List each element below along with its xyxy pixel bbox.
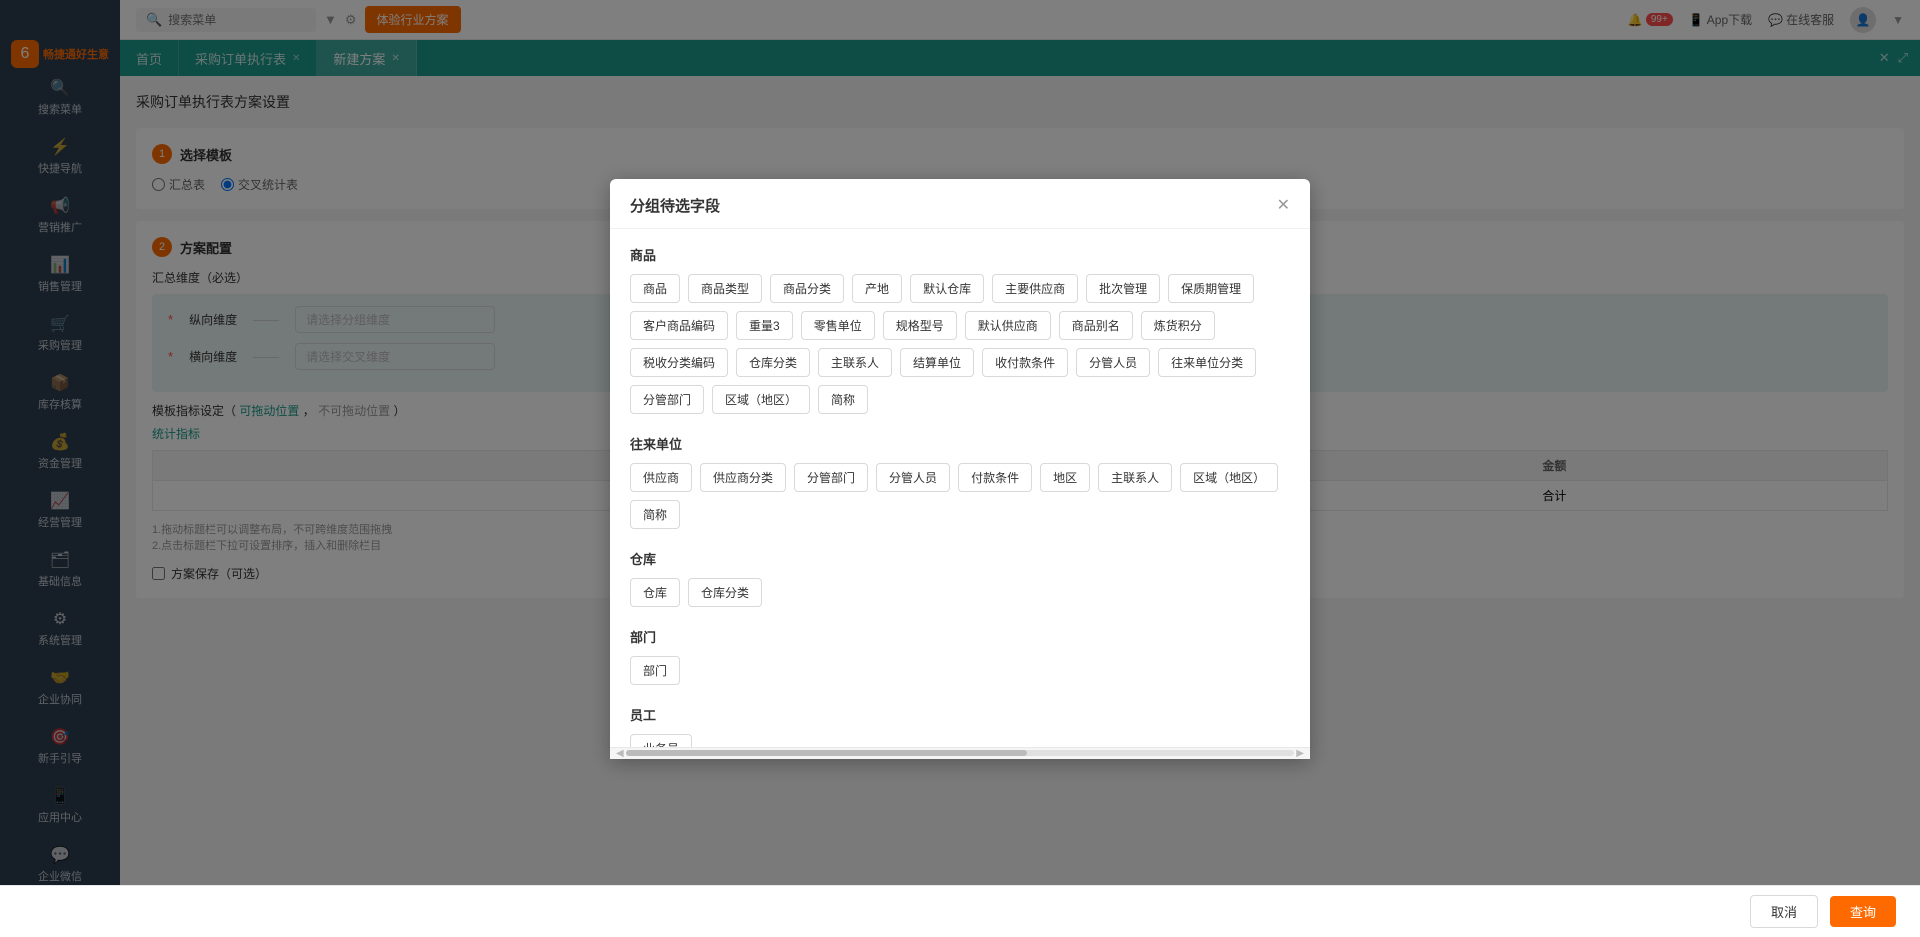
field-tag-1-7[interactable]: 区域（地区） (1180, 463, 1278, 492)
field-tag-3-0[interactable]: 部门 (630, 656, 680, 685)
field-tags-2: 仓库仓库分类 (630, 578, 1290, 607)
section-title-1: 往来单位 (630, 434, 1290, 453)
field-tag-1-1[interactable]: 供应商分类 (700, 463, 786, 492)
field-tag-1-0[interactable]: 供应商 (630, 463, 692, 492)
modal-scrollbar[interactable]: ◀ ▶ (610, 747, 1310, 759)
field-tag-0-24[interactable]: 简称 (818, 385, 868, 414)
cancel-button[interactable]: 取消 (1750, 895, 1818, 928)
modal-body[interactable]: 商品商品商品类型商品分类产地默认仓库主要供应商批次管理保质期管理客户商品编码重量… (610, 229, 1310, 747)
field-tag-0-13[interactable]: 商品别名 (1059, 311, 1133, 340)
field-tag-0-17[interactable]: 主联系人 (818, 348, 892, 377)
field-tag-0-10[interactable]: 零售单位 (801, 311, 875, 340)
scrollbar-track (626, 750, 1295, 756)
field-tag-0-18[interactable]: 结算单位 (900, 348, 974, 377)
modal-close-icon[interactable]: ✕ (1277, 195, 1290, 215)
scroll-left-arrow[interactable]: ◀ (614, 748, 626, 759)
scrollbar-thumb (626, 750, 1027, 756)
field-tag-0-1[interactable]: 商品类型 (688, 274, 762, 303)
field-tag-0-5[interactable]: 主要供应商 (992, 274, 1078, 303)
field-tag-0-2[interactable]: 商品分类 (770, 274, 844, 303)
field-tag-0-23[interactable]: 区域（地区） (712, 385, 810, 414)
field-tag-1-6[interactable]: 主联系人 (1098, 463, 1172, 492)
field-tag-0-22[interactable]: 分管部门 (630, 385, 704, 414)
field-tag-0-9[interactable]: 重量3 (736, 311, 793, 340)
field-tag-4-0[interactable]: 业务员 (630, 734, 692, 747)
field-tag-0-14[interactable]: 炼货积分 (1141, 311, 1215, 340)
field-tag-0-19[interactable]: 收付款条件 (982, 348, 1068, 377)
section-title-0: 商品 (630, 245, 1290, 264)
field-tag-2-1[interactable]: 仓库分类 (688, 578, 762, 607)
scroll-right-arrow[interactable]: ▶ (1294, 748, 1306, 759)
modal-section-2: 仓库仓库仓库分类 (630, 549, 1290, 607)
field-tag-1-5[interactable]: 地区 (1040, 463, 1090, 492)
field-tag-0-16[interactable]: 仓库分类 (736, 348, 810, 377)
field-tag-0-4[interactable]: 默认仓库 (910, 274, 984, 303)
field-tag-0-8[interactable]: 客户商品编码 (630, 311, 728, 340)
field-tag-0-21[interactable]: 往来单位分类 (1158, 348, 1256, 377)
field-tags-4: 业务员 (630, 734, 1290, 747)
field-tag-0-7[interactable]: 保质期管理 (1168, 274, 1254, 303)
field-tag-0-12[interactable]: 默认供应商 (965, 311, 1051, 340)
modal: 分组待选字段 ✕ 商品商品商品类型商品分类产地默认仓库主要供应商批次管理保质期管… (610, 179, 1310, 759)
modal-title: 分组待选字段 (630, 195, 720, 216)
field-tags-0: 商品商品类型商品分类产地默认仓库主要供应商批次管理保质期管理客户商品编码重量3 零… (630, 274, 1290, 414)
field-tag-0-15[interactable]: 税收分类编码 (630, 348, 728, 377)
field-tag-0-11[interactable]: 规格型号 (883, 311, 957, 340)
field-tag-0-3[interactable]: 产地 (852, 274, 902, 303)
field-tag-1-8[interactable]: 简称 (630, 500, 680, 529)
section-title-3: 部门 (630, 627, 1290, 646)
field-tag-0-20[interactable]: 分管人员 (1076, 348, 1150, 377)
section-title-4: 员工 (630, 705, 1290, 724)
modal-section-0: 商品商品商品类型商品分类产地默认仓库主要供应商批次管理保质期管理客户商品编码重量… (630, 245, 1290, 414)
modal-overlay: 分组待选字段 ✕ 商品商品商品类型商品分类产地默认仓库主要供应商批次管理保质期管… (0, 0, 1920, 937)
field-tag-0-0[interactable]: 商品 (630, 274, 680, 303)
modal-section-1: 往来单位供应商供应商分类分管部门分管人员付款条件地区主联系人区域（地区） 简称 (630, 434, 1290, 529)
section-title-2: 仓库 (630, 549, 1290, 568)
field-tag-2-0[interactable]: 仓库 (630, 578, 680, 607)
field-tag-0-6[interactable]: 批次管理 (1086, 274, 1160, 303)
modal-section-4: 员工业务员 (630, 705, 1290, 747)
modal-header: 分组待选字段 ✕ (610, 179, 1310, 229)
confirm-button[interactable]: 查询 (1830, 896, 1896, 927)
field-tag-1-3[interactable]: 分管人员 (876, 463, 950, 492)
field-tag-1-2[interactable]: 分管部门 (794, 463, 868, 492)
field-tags-3: 部门 (630, 656, 1290, 685)
modal-section-3: 部门部门 (630, 627, 1290, 685)
field-tags-1: 供应商供应商分类分管部门分管人员付款条件地区主联系人区域（地区） 简称 (630, 463, 1290, 529)
bottom-bar: 取消 查询 (0, 885, 1920, 937)
field-tag-1-4[interactable]: 付款条件 (958, 463, 1032, 492)
